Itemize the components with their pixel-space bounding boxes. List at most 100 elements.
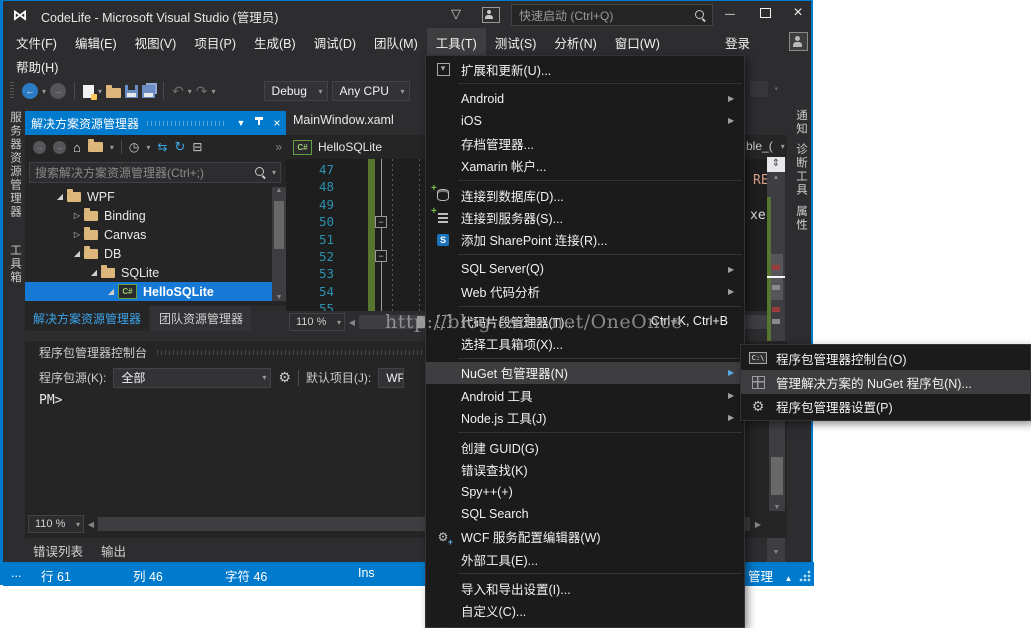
menu-item[interactable]: SQL Search (426, 503, 744, 525)
side-tab[interactable]: 工具箱 (7, 244, 23, 285)
close-icon[interactable]: × (268, 116, 286, 130)
menu-item[interactable]: 添加 SharePoint 连接(R)... (426, 229, 744, 251)
collapse-all-icon[interactable] (192, 140, 202, 154)
menubar-item[interactable]: 调试(D) (305, 28, 365, 57)
save-all-icon[interactable] (142, 84, 156, 98)
menu-item[interactable]: 存档管理器... (426, 132, 744, 154)
menubar-item-help[interactable]: 帮助(H) (7, 57, 67, 76)
toolbar-overflow-icon[interactable] (275, 140, 282, 154)
home-icon[interactable] (73, 140, 81, 155)
side-tab[interactable]: 诊断工具 (793, 143, 809, 197)
minimize-button[interactable] (715, 1, 745, 25)
panel-tab[interactable]: 错误列表 (33, 541, 83, 560)
sync-with-active-document-icon[interactable] (157, 140, 167, 154)
scroll-down-icon[interactable]: ▼ (272, 294, 286, 301)
panel-tab[interactable]: 输出 (101, 541, 126, 560)
twist-icon-expanded[interactable]: ◢ (104, 287, 118, 296)
new-file-icon[interactable] (83, 84, 98, 100)
undo-dropdown-icon[interactable] (188, 87, 192, 96)
menu-item[interactable]: 错误查找(K) (426, 458, 744, 480)
window-position-chevron-icon[interactable]: ▼ (232, 118, 250, 128)
document-tab[interactable]: MainWindow.xaml (293, 113, 394, 127)
menu-item[interactable]: iOS (426, 110, 744, 132)
menu-item[interactable]: Spy++(+) (426, 481, 744, 503)
menu-item[interactable]: 导入和导出设置(I)... (426, 577, 744, 599)
package-source-combo[interactable]: 全部 (113, 367, 272, 388)
sign-in-link[interactable]: 登录 (725, 33, 750, 52)
twist-icon-collapsed[interactable]: ▷ (70, 230, 84, 239)
nav-member-dropdown[interactable]: ble_( (746, 139, 785, 153)
twist-icon-expanded[interactable]: ◢ (53, 192, 67, 201)
twist-icon-expanded[interactable]: ◢ (87, 268, 101, 277)
solution-tree-scrollbar[interactable]: ▲ ▼ (272, 187, 286, 301)
tree-item[interactable]: ◢ SQLite (25, 263, 272, 282)
open-file-icon[interactable] (106, 84, 122, 98)
avatar-icon[interactable] (789, 32, 808, 51)
menu-item[interactable]: 程序包管理器控制台(O) (741, 346, 1030, 370)
tree-item[interactable]: ◢ C# HelloSQLite (25, 282, 272, 301)
menubar-item[interactable]: 测试(S) (486, 28, 546, 57)
maximize-button[interactable] (750, 1, 780, 25)
scrollbar-thumb[interactable] (771, 457, 783, 495)
panel-tab[interactable]: 解决方案资源管理器 (25, 306, 150, 331)
default-project-combo[interactable]: WP (378, 367, 405, 388)
menu-item[interactable]: 扩展和更新(U)... (426, 58, 744, 80)
back-icon[interactable] (33, 140, 46, 154)
tree-item[interactable]: ▷ Binding (25, 206, 272, 225)
menubar-item[interactable]: 生成(B) (245, 28, 305, 57)
scrollbar-thumb[interactable] (274, 201, 284, 249)
pending-changes-icon[interactable] (129, 140, 139, 154)
refresh-icon[interactable] (174, 139, 185, 155)
navigate-back-icon[interactable] (22, 83, 38, 99)
scroll-left-icon[interactable] (84, 520, 98, 529)
menu-item[interactable]: Xamarin 帐户... (426, 155, 744, 177)
menu-item[interactable]: 外部工具(E)... (426, 548, 744, 570)
platform-combo[interactable]: Any CPU (331, 81, 410, 101)
pin-icon[interactable] (254, 117, 264, 129)
console-zoom-combo[interactable]: 110 % (28, 515, 84, 533)
close-button[interactable] (783, 1, 813, 25)
menubar-item[interactable]: 项目(P) (185, 28, 245, 57)
menubar-item[interactable]: 工具(T) (426, 27, 486, 57)
menu-item[interactable]: 连接到服务器(S)... (426, 206, 744, 228)
nav-project-dropdown[interactable]: HelloSQLite (318, 140, 382, 154)
side-tab[interactable]: 属性 (793, 205, 809, 232)
tree-item[interactable]: ◢ DB (25, 244, 272, 263)
menubar-item[interactable]: 编辑(E) (66, 28, 126, 57)
status-overflow[interactable]: ... (11, 566, 21, 580)
save-icon[interactable] (125, 84, 139, 98)
redo-icon[interactable] (196, 84, 208, 98)
chevron-down-icon[interactable] (110, 143, 114, 152)
tree-item[interactable]: ◢ WPF (25, 187, 272, 206)
back-dropdown-icon[interactable] (42, 87, 46, 96)
menubar-item[interactable]: 窗口(W) (606, 28, 669, 57)
package-source-settings-gear-icon[interactable] (278, 369, 291, 386)
toolbar-grip[interactable] (10, 82, 14, 100)
filter-funnel-icon[interactable] (451, 6, 461, 22)
undo-icon[interactable] (172, 84, 184, 98)
scroll-up-icon[interactable]: ▲ (272, 187, 286, 194)
side-tab[interactable]: 通知 (793, 109, 809, 136)
menubar-item[interactable]: 视图(V) (126, 28, 186, 57)
split-window-handle[interactable] (767, 157, 785, 172)
feedback-icon[interactable] (482, 7, 500, 23)
menu-item[interactable]: 创建 GUID(G) (426, 436, 744, 458)
configuration-combo[interactable]: Debug (263, 81, 328, 101)
menu-item[interactable]: 管理解决方案的 NuGet 程序包(N)... (741, 370, 1030, 394)
resize-grip[interactable] (799, 570, 811, 582)
scroll-left-icon[interactable] (345, 318, 359, 327)
panel-tab[interactable]: 团队资源管理器 (151, 306, 252, 331)
menu-item[interactable]: 代码片段管理器(T)... Ctrl+K, Ctrl+B (426, 310, 744, 332)
tree-item[interactable]: ▷ Canvas (25, 225, 272, 244)
menu-item[interactable]: 连接到数据库(D)... (426, 183, 744, 206)
scroll-down-icon[interactable] (769, 504, 785, 511)
status-publish-label[interactable]: 管理 (748, 566, 792, 585)
forward-icon[interactable] (53, 140, 66, 154)
scroll-down-icon[interactable] (767, 549, 785, 556)
menubar-item[interactable]: 文件(F) (7, 28, 66, 57)
chevron-down-icon[interactable] (146, 143, 150, 152)
twist-icon-expanded[interactable]: ◢ (70, 249, 84, 258)
menubar-item[interactable]: 团队(M) (365, 28, 427, 57)
menubar-item[interactable]: 分析(N) (545, 28, 605, 57)
menu-item[interactable]: Web 代码分析 (426, 281, 744, 303)
